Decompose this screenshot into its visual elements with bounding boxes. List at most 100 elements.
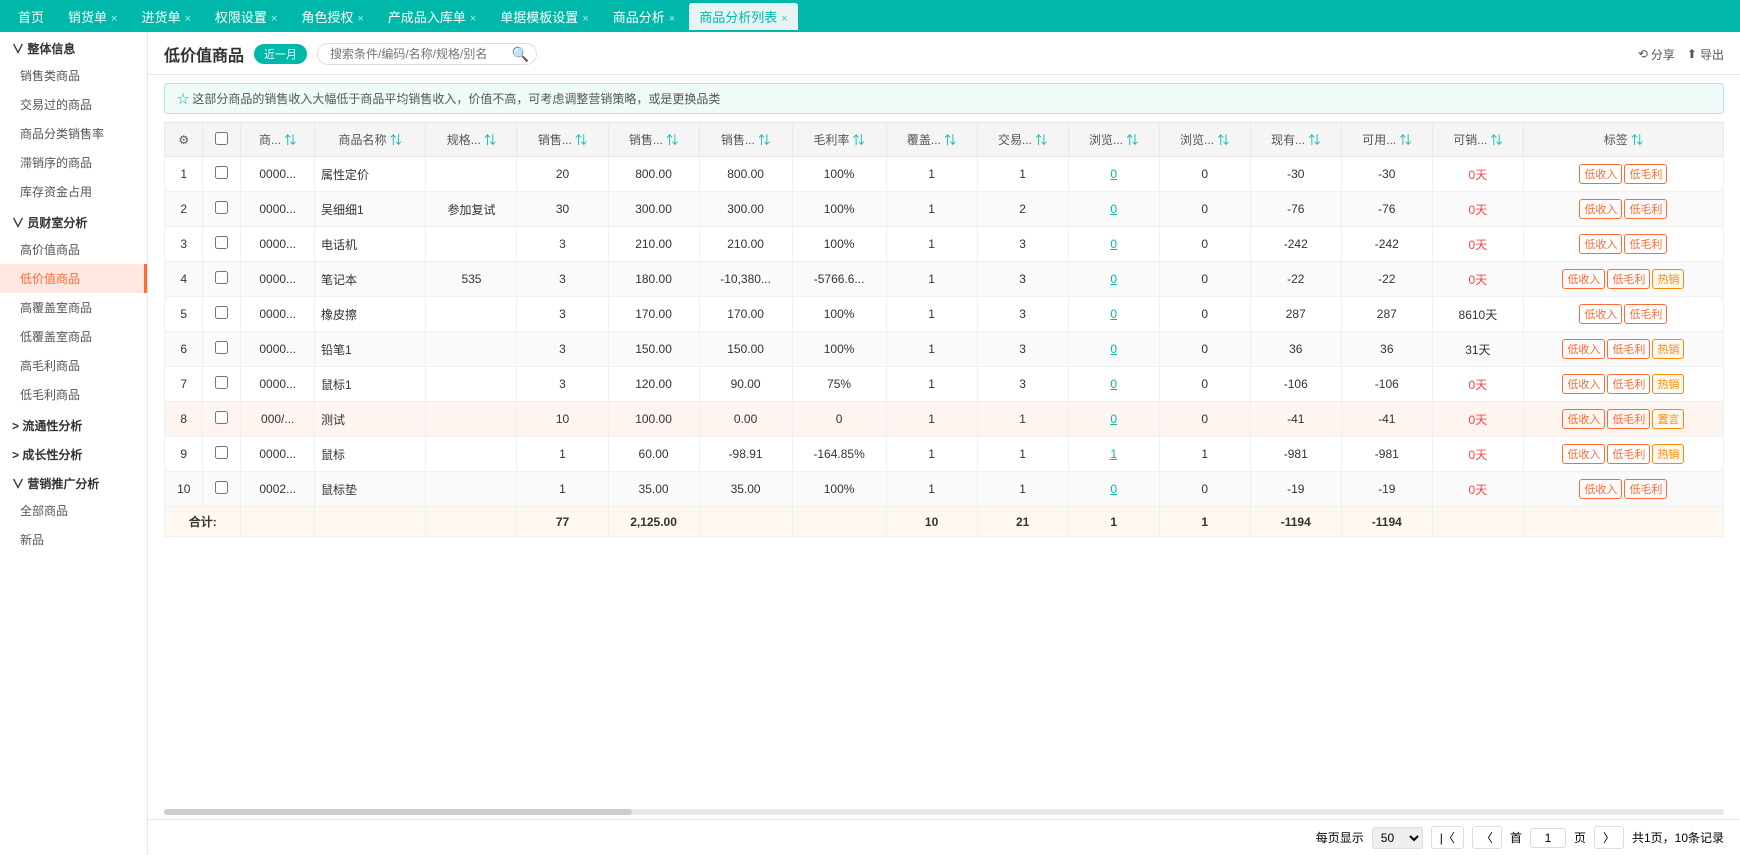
row-s3: 210.00 bbox=[699, 227, 792, 262]
close-icon[interactable]: × bbox=[470, 13, 476, 25]
search-input[interactable] bbox=[317, 43, 537, 65]
col-trade[interactable]: 交易... ⇅ bbox=[977, 123, 1068, 157]
row-s2: 60.00 bbox=[608, 437, 699, 472]
nav-item-商品分析列表[interactable]: 商品分析列表× bbox=[689, 3, 797, 30]
col-stock2[interactable]: 可用... ⇅ bbox=[1341, 123, 1432, 157]
share-button[interactable]: ⟲ 分享 bbox=[1638, 46, 1675, 63]
row-stock2: -106 bbox=[1341, 367, 1432, 402]
row-checkbox[interactable] bbox=[203, 157, 241, 192]
close-icon[interactable]: × bbox=[781, 13, 787, 25]
sidebar-item-高毛利商品[interactable]: 高毛利商品 bbox=[0, 351, 147, 380]
row-checkbox[interactable] bbox=[203, 332, 241, 367]
sidebar-item-滞销序的商品[interactable]: 滞销序的商品 bbox=[0, 148, 147, 177]
sidebar-item-低价值商品[interactable]: 低价值商品 bbox=[0, 264, 147, 293]
row-trade: 3 bbox=[977, 297, 1068, 332]
row-trade: 3 bbox=[977, 367, 1068, 402]
col-s1[interactable]: 销售... ⇅ bbox=[517, 123, 608, 157]
table-row: 3 0000... 电话机 3 210.00 210.00 100% 1 3 0… bbox=[165, 227, 1724, 262]
row-browse1: 0 bbox=[1068, 332, 1159, 367]
nav-item-商品分析[interactable]: 商品分析× bbox=[603, 3, 685, 30]
col-tags[interactable]: 标签 ⇅ bbox=[1523, 123, 1723, 157]
sidebar-item-高价值商品[interactable]: 高价值商品 bbox=[0, 235, 147, 264]
nav-item-进货单[interactable]: 进货单× bbox=[131, 3, 200, 30]
close-icon[interactable]: × bbox=[111, 13, 117, 25]
close-icon[interactable]: × bbox=[582, 13, 588, 25]
col-browse1[interactable]: 浏览... ⇅ bbox=[1068, 123, 1159, 157]
row-s2: 120.00 bbox=[608, 367, 699, 402]
row-checkbox[interactable] bbox=[203, 402, 241, 437]
row-checkbox[interactable] bbox=[203, 192, 241, 227]
sidebar-group-∨ 员财室分析[interactable]: ∨ 员财室分析 bbox=[0, 206, 147, 235]
col-spec[interactable]: 规格... ⇅ bbox=[426, 123, 517, 157]
per-page-select[interactable]: 50 100 bbox=[1372, 827, 1423, 849]
sidebar-item-高覆盖室商品[interactable]: 高覆盖室商品 bbox=[0, 293, 147, 322]
row-checkbox[interactable] bbox=[203, 262, 241, 297]
col-s3[interactable]: 销售... ⇅ bbox=[699, 123, 792, 157]
row-checkbox[interactable] bbox=[203, 367, 241, 402]
col-s2[interactable]: 销售... ⇅ bbox=[608, 123, 699, 157]
sidebar-group-> 成长性分析[interactable]: > 成长性分析 bbox=[0, 438, 147, 467]
page-input[interactable] bbox=[1530, 828, 1566, 848]
nav-item-首页[interactable]: 首页 bbox=[8, 3, 54, 30]
select-all-checkbox[interactable] bbox=[215, 132, 228, 145]
table-row: 2 0000... 吴细细1 参加复试 30 300.00 300.00 100… bbox=[165, 192, 1724, 227]
col-stock1[interactable]: 现有... ⇅ bbox=[1250, 123, 1341, 157]
sidebar-item-库存资金占用[interactable]: 库存资金占用 bbox=[0, 177, 147, 206]
row-browse2: 0 bbox=[1159, 297, 1250, 332]
col-code[interactable]: 商... ⇅ bbox=[241, 123, 315, 157]
first-page-button[interactable]: |〈 bbox=[1431, 826, 1464, 849]
row-checkbox[interactable] bbox=[203, 227, 241, 262]
top-navigation: 首页销货单×进货单×权限设置×角色授权×产成品入库单×单据模板设置×商品分析×商… bbox=[0, 0, 1740, 32]
row-stock2: -76 bbox=[1341, 192, 1432, 227]
row-checkbox[interactable] bbox=[203, 472, 241, 507]
row-no: 5 bbox=[165, 297, 203, 332]
close-icon[interactable]: × bbox=[357, 13, 363, 25]
page-suffix: 页 bbox=[1574, 829, 1586, 846]
col-browse2[interactable]: 浏览... ⇅ bbox=[1159, 123, 1250, 157]
col-checkbox[interactable] bbox=[203, 123, 241, 157]
table-row: 10 0002... 鼠标垫 1 35.00 35.00 100% 1 1 0 … bbox=[165, 472, 1724, 507]
period-button[interactable]: 近一月 bbox=[254, 44, 307, 64]
col-gross[interactable]: 毛利率 ⇅ bbox=[792, 123, 886, 157]
row-browse2: 0 bbox=[1159, 472, 1250, 507]
sidebar-item-新品[interactable]: 新品 bbox=[0, 525, 147, 554]
table-row: 9 0000... 鼠标 1 60.00 -98.91 -164.85% 1 1… bbox=[165, 437, 1724, 472]
table-wrap[interactable]: ⚙ 商... ⇅ 商品名称 ⇅ 规格... ⇅ 销售... ⇅ 销售... ⇅ … bbox=[148, 122, 1740, 805]
sidebar-item-低覆盖室商品[interactable]: 低覆盖室商品 bbox=[0, 322, 147, 351]
sidebar-item-低毛利商品[interactable]: 低毛利商品 bbox=[0, 380, 147, 409]
row-s2: 35.00 bbox=[608, 472, 699, 507]
total-s2: 2,125.00 bbox=[608, 507, 699, 537]
close-icon[interactable]: × bbox=[669, 13, 675, 25]
nav-item-角色授权[interactable]: 角色授权× bbox=[291, 3, 373, 30]
row-checkbox[interactable] bbox=[203, 297, 241, 332]
nav-item-销货单[interactable]: 销货单× bbox=[58, 3, 127, 30]
col-cov[interactable]: 覆盖... ⇅ bbox=[886, 123, 977, 157]
row-checkbox[interactable] bbox=[203, 437, 241, 472]
sidebar: ∨ 整体信息销售类商品交易过的商品商品分类销售率滞销序的商品库存资金占用∨ 员财… bbox=[0, 32, 148, 855]
export-button[interactable]: ⬆ 导出 bbox=[1687, 46, 1724, 63]
nav-item-单据模板设置[interactable]: 单据模板设置× bbox=[490, 3, 598, 30]
close-icon[interactable]: × bbox=[184, 13, 190, 25]
next-page-button[interactable]: 〉 bbox=[1594, 826, 1624, 849]
col-name[interactable]: 商品名称 ⇅ bbox=[314, 123, 425, 157]
close-icon[interactable]: × bbox=[271, 13, 277, 25]
sidebar-group-∨ 整体信息[interactable]: ∨ 整体信息 bbox=[0, 32, 147, 61]
row-s3: 90.00 bbox=[699, 367, 792, 402]
total-stock2: -1194 bbox=[1341, 507, 1432, 537]
col-settings[interactable]: ⚙ bbox=[165, 123, 203, 157]
prev-page-button[interactable]: 〈 bbox=[1472, 826, 1502, 849]
sidebar-group-> 流通性分析[interactable]: > 流通性分析 bbox=[0, 409, 147, 438]
sidebar-item-交易过的商品[interactable]: 交易过的商品 bbox=[0, 90, 147, 119]
nav-item-产成品入库单[interactable]: 产成品入库单× bbox=[378, 3, 486, 30]
row-cov: 1 bbox=[886, 472, 977, 507]
nav-item-权限设置[interactable]: 权限设置× bbox=[205, 3, 287, 30]
content-area: 低价值商品 近一月 🔍 ⟲ 分享 ⬆ 导出 这部分商品的销售收入大幅低于商品平均… bbox=[148, 32, 1740, 855]
horizontal-scrollbar[interactable] bbox=[148, 805, 1740, 819]
sidebar-group-∨ 营销推广分析[interactable]: ∨ 营销推广分析 bbox=[0, 467, 147, 496]
sidebar-item-全部商品[interactable]: 全部商品 bbox=[0, 496, 147, 525]
row-cov: 1 bbox=[886, 437, 977, 472]
sidebar-item-销售类商品[interactable]: 销售类商品 bbox=[0, 61, 147, 90]
search-icon[interactable]: 🔍 bbox=[512, 46, 529, 63]
col-stock3[interactable]: 可销... ⇅ bbox=[1432, 123, 1523, 157]
sidebar-item-商品分类销售率[interactable]: 商品分类销售率 bbox=[0, 119, 147, 148]
